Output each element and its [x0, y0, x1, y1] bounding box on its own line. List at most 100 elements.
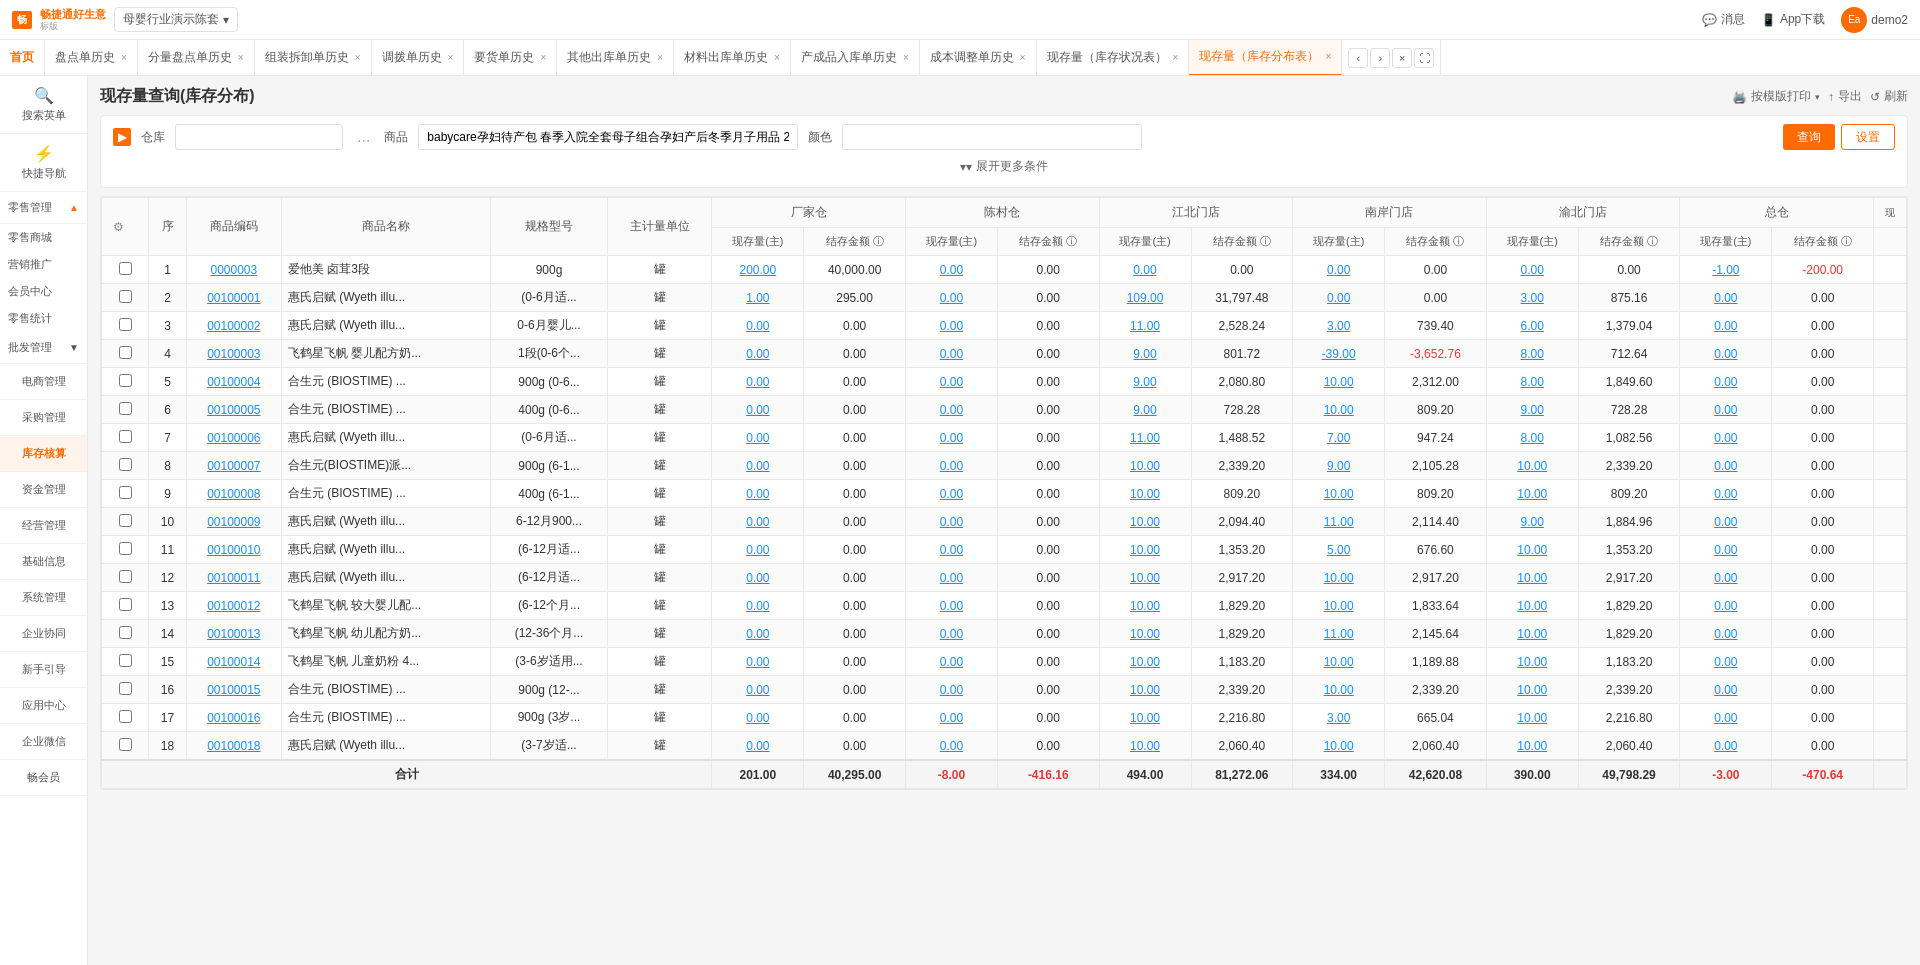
row-jb-stock[interactable]: 0.00 — [1099, 256, 1191, 284]
row-tz-stock[interactable]: 0.00 — [1680, 452, 1772, 480]
sidebar-sub-marketing[interactable]: 营销推广 — [0, 251, 87, 278]
row-f-stock[interactable]: 200.00 — [712, 256, 804, 284]
row-f-stock[interactable]: 0.00 — [712, 480, 804, 508]
row-na-stock[interactable]: 10.00 — [1293, 592, 1385, 620]
tab-11[interactable]: 现存量（库存分布表） × — [1189, 40, 1342, 76]
row-jb-stock[interactable]: 10.00 — [1099, 592, 1191, 620]
export-btn[interactable]: ↑ 导出 — [1828, 88, 1862, 105]
row-tz-stock[interactable]: 0.00 — [1680, 340, 1772, 368]
tab-close-5[interactable]: × — [540, 52, 546, 63]
row-tz-stock[interactable]: 0.00 — [1680, 564, 1772, 592]
row-yb-stock[interactable]: 8.00 — [1486, 368, 1578, 396]
tab-next-btn[interactable]: › — [1370, 48, 1390, 68]
sidebar-item-operations[interactable]: 经营管理 — [0, 508, 87, 544]
row-tz-stock[interactable]: 0.00 — [1680, 620, 1772, 648]
row-f-stock[interactable]: 0.00 — [712, 396, 804, 424]
row-f-stock[interactable]: 0.00 — [712, 732, 804, 761]
row-code[interactable]: 00100014 — [186, 648, 281, 676]
th-settings[interactable]: ⚙ — [102, 198, 149, 256]
row-cj-stock[interactable]: 0.00 — [905, 592, 997, 620]
row-cj-stock[interactable]: 0.00 — [905, 256, 997, 284]
query-btn[interactable]: 查询 — [1783, 124, 1835, 150]
row-f-stock[interactable]: 0.00 — [712, 368, 804, 396]
row-tz-stock[interactable]: 0.00 — [1680, 368, 1772, 396]
row-checkbox[interactable] — [102, 704, 149, 732]
sidebar-item-basic-info[interactable]: 基础信息 — [0, 544, 87, 580]
row-yb-stock[interactable]: 10.00 — [1486, 536, 1578, 564]
row-cj-stock[interactable]: 0.00 — [905, 480, 997, 508]
row-yb-stock[interactable]: 10.00 — [1486, 620, 1578, 648]
row-tz-stock[interactable]: 0.00 — [1680, 396, 1772, 424]
row-yb-stock[interactable]: 10.00 — [1486, 452, 1578, 480]
row-yb-stock[interactable]: 9.00 — [1486, 396, 1578, 424]
row-code[interactable]: 00100007 — [186, 452, 281, 480]
row-cj-stock[interactable]: 0.00 — [905, 340, 997, 368]
row-code[interactable]: 00100005 — [186, 396, 281, 424]
row-f-stock[interactable]: 0.00 — [712, 312, 804, 340]
user-info[interactable]: Ea demo2 — [1841, 7, 1908, 33]
row-yb-stock[interactable]: 8.00 — [1486, 424, 1578, 452]
tab-2[interactable]: 分量盘点单历史 × — [138, 40, 255, 76]
row-yb-stock[interactable]: 10.00 — [1486, 648, 1578, 676]
row-jb-stock[interactable]: 9.00 — [1099, 340, 1191, 368]
industry-select[interactable]: 母婴行业演示陈套 ▾ — [114, 7, 238, 32]
row-code[interactable]: 00100004 — [186, 368, 281, 396]
sidebar-item-system[interactable]: 系统管理 — [0, 580, 87, 616]
row-checkbox[interactable] — [102, 368, 149, 396]
tab-close-1[interactable]: × — [121, 52, 127, 63]
warehouse-input[interactable] — [175, 124, 343, 150]
row-checkbox[interactable] — [102, 732, 149, 761]
row-cj-stock[interactable]: 0.00 — [905, 564, 997, 592]
row-na-stock[interactable]: 5.00 — [1293, 536, 1385, 564]
row-checkbox[interactable] — [102, 480, 149, 508]
row-na-stock[interactable]: 10.00 — [1293, 368, 1385, 396]
row-f-stock[interactable]: 0.00 — [712, 536, 804, 564]
sidebar-sub-member[interactable]: 会员中心 — [0, 278, 87, 305]
tab-close-10[interactable]: × — [1173, 52, 1179, 63]
sidebar-item-finance[interactable]: 资金管理 — [0, 472, 87, 508]
row-na-stock[interactable]: 7.00 — [1293, 424, 1385, 452]
row-checkbox[interactable] — [102, 284, 149, 312]
row-yb-stock[interactable]: 10.00 — [1486, 704, 1578, 732]
sidebar-item-inventory[interactable]: 库存核算 — [0, 436, 87, 472]
collapse-filter-btn[interactable]: ▶ — [113, 128, 131, 146]
row-code[interactable]: 00100013 — [186, 620, 281, 648]
tab-3[interactable]: 组装拆卸单历史 × — [255, 40, 372, 76]
tab-8[interactable]: 产成品入库单历史 × — [791, 40, 920, 76]
tab-6[interactable]: 其他出库单历史 × — [557, 40, 674, 76]
row-na-stock[interactable]: 10.00 — [1293, 564, 1385, 592]
row-checkbox[interactable] — [102, 452, 149, 480]
row-jb-stock[interactable]: 10.00 — [1099, 564, 1191, 592]
row-f-stock[interactable]: 0.00 — [712, 508, 804, 536]
tab-7[interactable]: 材料出库单历史 × — [674, 40, 791, 76]
row-code[interactable]: 00100002 — [186, 312, 281, 340]
row-code[interactable]: 00100008 — [186, 480, 281, 508]
sidebar-item-search[interactable]: 🔍 搜索英单 — [0, 76, 87, 134]
tab-close-6[interactable]: × — [657, 52, 663, 63]
row-yb-stock[interactable]: 10.00 — [1486, 676, 1578, 704]
row-checkbox[interactable] — [102, 648, 149, 676]
row-jb-stock[interactable]: 9.00 — [1099, 396, 1191, 424]
tab-1[interactable]: 盘点单历史 × — [45, 40, 138, 76]
sidebar-item-app-center[interactable]: 应用中心 — [0, 688, 87, 724]
row-checkbox[interactable] — [102, 340, 149, 368]
row-checkbox[interactable] — [102, 396, 149, 424]
row-checkbox[interactable] — [102, 424, 149, 452]
row-jb-stock[interactable]: 10.00 — [1099, 620, 1191, 648]
tab-10[interactable]: 现存量（库存状况表） × — [1037, 40, 1190, 76]
row-checkbox[interactable] — [102, 592, 149, 620]
row-na-stock[interactable]: 9.00 — [1293, 452, 1385, 480]
sidebar-item-nav[interactable]: ⚡ 快捷导航 — [0, 134, 87, 192]
row-tz-stock[interactable]: 0.00 — [1680, 284, 1772, 312]
sidebar-sub-mall[interactable]: 零售商城 — [0, 224, 87, 251]
row-yb-stock[interactable]: 10.00 — [1486, 480, 1578, 508]
row-jb-stock[interactable]: 10.00 — [1099, 480, 1191, 508]
row-checkbox[interactable] — [102, 676, 149, 704]
goods-input[interactable] — [418, 124, 798, 150]
tab-close-3[interactable]: × — [355, 52, 361, 63]
row-code[interactable]: 00100015 — [186, 676, 281, 704]
row-tz-stock[interactable]: 0.00 — [1680, 592, 1772, 620]
row-checkbox[interactable] — [102, 620, 149, 648]
row-cj-stock[interactable]: 0.00 — [905, 676, 997, 704]
row-jb-stock[interactable]: 10.00 — [1099, 648, 1191, 676]
